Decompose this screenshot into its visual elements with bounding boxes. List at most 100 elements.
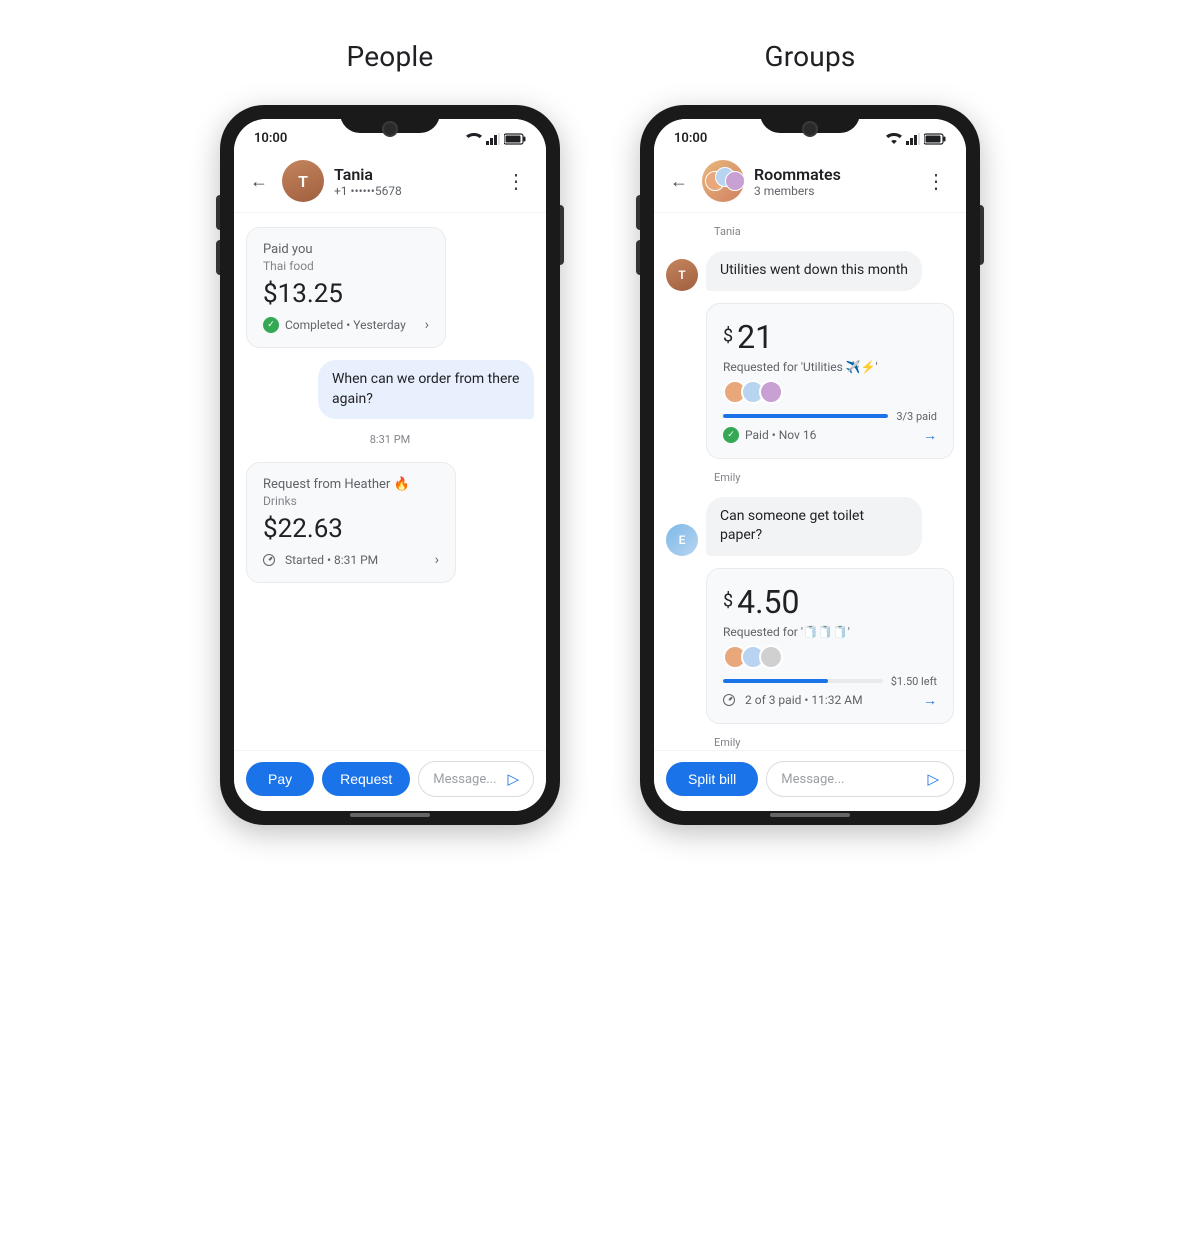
payment-status-2: Started • 8:31 PM › [263, 552, 439, 568]
tp-progress-label: $1.50 left [891, 675, 937, 688]
camera-dot-2 [804, 123, 816, 135]
utilities-dollar: $ [723, 325, 733, 346]
clock-icon-1 [263, 554, 275, 566]
tp-payment-card[interactable]: $ 4.50 Requested for '🧻🧻🧻' [706, 568, 954, 724]
page-container: People 10:00 [20, 40, 1180, 825]
tania-bubble-1: Utilities went down this month [706, 251, 922, 291]
utilities-amount: 21 [737, 318, 773, 356]
utilities-payment-card[interactable]: $ 21 Requested for 'Utilities ✈️⚡' [706, 303, 954, 459]
message-input-people[interactable]: Message... ▷ [418, 761, 534, 797]
payment-card-2[interactable]: Request from Heather 🔥 Drinks $22.63 Sta… [246, 462, 456, 583]
emily-bubble-1: Can someone get toilet paper? [706, 497, 922, 556]
payment-card-1[interactable]: Paid you Thai food $13.25 ✓ Completed • … [246, 227, 446, 348]
payment-amount-2: $22.63 [263, 514, 439, 544]
utilities-progress-row: 3/3 paid [723, 410, 937, 423]
message-placeholder-groups: Message... [781, 772, 844, 787]
sender-tania-1: Tania [666, 225, 954, 238]
payment-sublabel-1: Thai food [263, 259, 429, 273]
tp-status-row: 2 of 3 paid • 11:32 AM → [723, 692, 937, 709]
utilities-label: Requested for 'Utilities ✈️⚡' [723, 360, 937, 374]
payment-label-2: Request from Heather 🔥 [263, 477, 439, 492]
utilities-progress-fill [723, 414, 888, 418]
contact-name: Tania [334, 165, 488, 184]
utilities-progress-label: 3/3 paid [896, 410, 937, 423]
people-phone: 10:00 ← T Tania +1 ••••••5678 [220, 105, 560, 825]
payment-chevron-2[interactable]: › [435, 552, 439, 568]
signal-icon-groups [906, 133, 920, 145]
utilities-card-wrapper: $ 21 Requested for 'Utilities ✈️⚡' [666, 301, 954, 461]
tp-amount-row: $ 4.50 [723, 583, 937, 621]
payment-sublabel-2: Drinks [263, 494, 439, 508]
people-chat-area: Paid you Thai food $13.25 ✓ Completed • … [234, 213, 546, 750]
tania-msg-row-1: T Utilities went down this month [666, 251, 954, 291]
tp-progress-fill [723, 679, 828, 683]
columns: People 10:00 [20, 40, 1180, 825]
message-input-groups[interactable]: Message... ▷ [766, 761, 954, 797]
vol-button-2 [216, 240, 220, 275]
back-button-people[interactable]: ← [246, 167, 272, 196]
tp-avatar-3 [759, 645, 783, 669]
tania-text-1: Utilities went down this month [720, 262, 908, 278]
back-button-groups[interactable]: ← [666, 167, 692, 196]
more-button-people[interactable]: ⋮ [498, 165, 534, 197]
payment-status-text-1: Completed • Yesterday [285, 318, 406, 332]
group-name: Roommates [754, 165, 908, 184]
utilities-arrow[interactable]: → [923, 427, 937, 444]
battery-icon-groups [924, 133, 946, 145]
battery-icon [504, 133, 526, 145]
tp-progress-row: $1.50 left [723, 675, 937, 688]
utilities-amount-row: $ 21 [723, 318, 937, 356]
status-icons-groups [886, 133, 946, 145]
tp-card-wrapper: $ 4.50 Requested for '🧻🧻🧻' [666, 566, 954, 726]
message-placeholder-people: Message... [433, 772, 496, 787]
payment-card-row-1: Paid you Thai food $13.25 ✓ Completed • … [246, 225, 534, 350]
signal-icon [486, 133, 500, 145]
tp-amount: 4.50 [737, 583, 799, 621]
avatar-3 [759, 380, 783, 404]
home-indicator-people [350, 813, 430, 817]
tania-chat-avatar: T [666, 259, 698, 291]
timestamp-1: 8:31 PM [246, 433, 534, 446]
vol-button-4 [636, 240, 640, 275]
tp-label: Requested for '🧻🧻🧻' [723, 625, 937, 639]
home-indicator-groups [770, 813, 850, 817]
vol-button-1 [216, 195, 220, 230]
payment-card-row-2: Request from Heather 🔥 Drinks $22.63 Sta… [246, 460, 534, 585]
groups-title: Groups [764, 40, 855, 73]
contact-phone: +1 ••••••5678 [334, 184, 488, 198]
groups-phone: 10:00 ← [640, 105, 980, 825]
send-icon-people[interactable]: ▷ [507, 770, 519, 788]
send-icon-groups[interactable]: ▷ [927, 770, 939, 788]
request-button[interactable]: Request [322, 762, 410, 796]
completed-icon: ✓ [263, 317, 279, 333]
status-time-groups: 10:00 [674, 131, 707, 146]
vol-button-3 [636, 195, 640, 230]
payment-chevron-1[interactable]: › [425, 317, 429, 333]
sender-emily-2: Emily [666, 736, 954, 749]
paid-green-dot: ✓ [723, 427, 739, 443]
utilities-status-text: Paid • Nov 16 [745, 428, 816, 442]
tp-avatars [723, 645, 937, 669]
people-screen: 10:00 ← T Tania +1 ••••••5678 [234, 119, 546, 811]
bubble-right-1: When can we order from there again? [318, 360, 534, 419]
payment-amount-1: $13.25 [263, 279, 429, 309]
more-button-groups[interactable]: ⋮ [918, 165, 954, 197]
wifi-icon [466, 133, 482, 145]
people-column: People 10:00 [220, 40, 560, 825]
people-title: People [347, 40, 434, 73]
people-header-info: Tania +1 ••••••5678 [334, 165, 488, 198]
tp-progress-bg [723, 679, 883, 683]
pay-button[interactable]: Pay [246, 762, 314, 796]
payment-label-1: Paid you [263, 242, 429, 257]
people-app-header: ← T Tania +1 ••••••5678 ⋮ [234, 152, 546, 213]
tp-arrow[interactable]: → [923, 692, 937, 709]
emily-text-1: Can someone get toilet paper? [720, 508, 864, 544]
groups-app-header: ← Roommates 3 members ⋮ [654, 152, 966, 213]
utilities-progress-bg [723, 414, 888, 418]
sender-emily-1: Emily [666, 471, 954, 484]
clock-icon-2 [723, 694, 735, 706]
split-bill-button[interactable]: Split bill [666, 762, 758, 796]
group-avatar-header [702, 160, 744, 202]
status-time-people: 10:00 [254, 131, 287, 146]
groups-chat-area: Tania T Utilities went down this month [654, 213, 966, 750]
